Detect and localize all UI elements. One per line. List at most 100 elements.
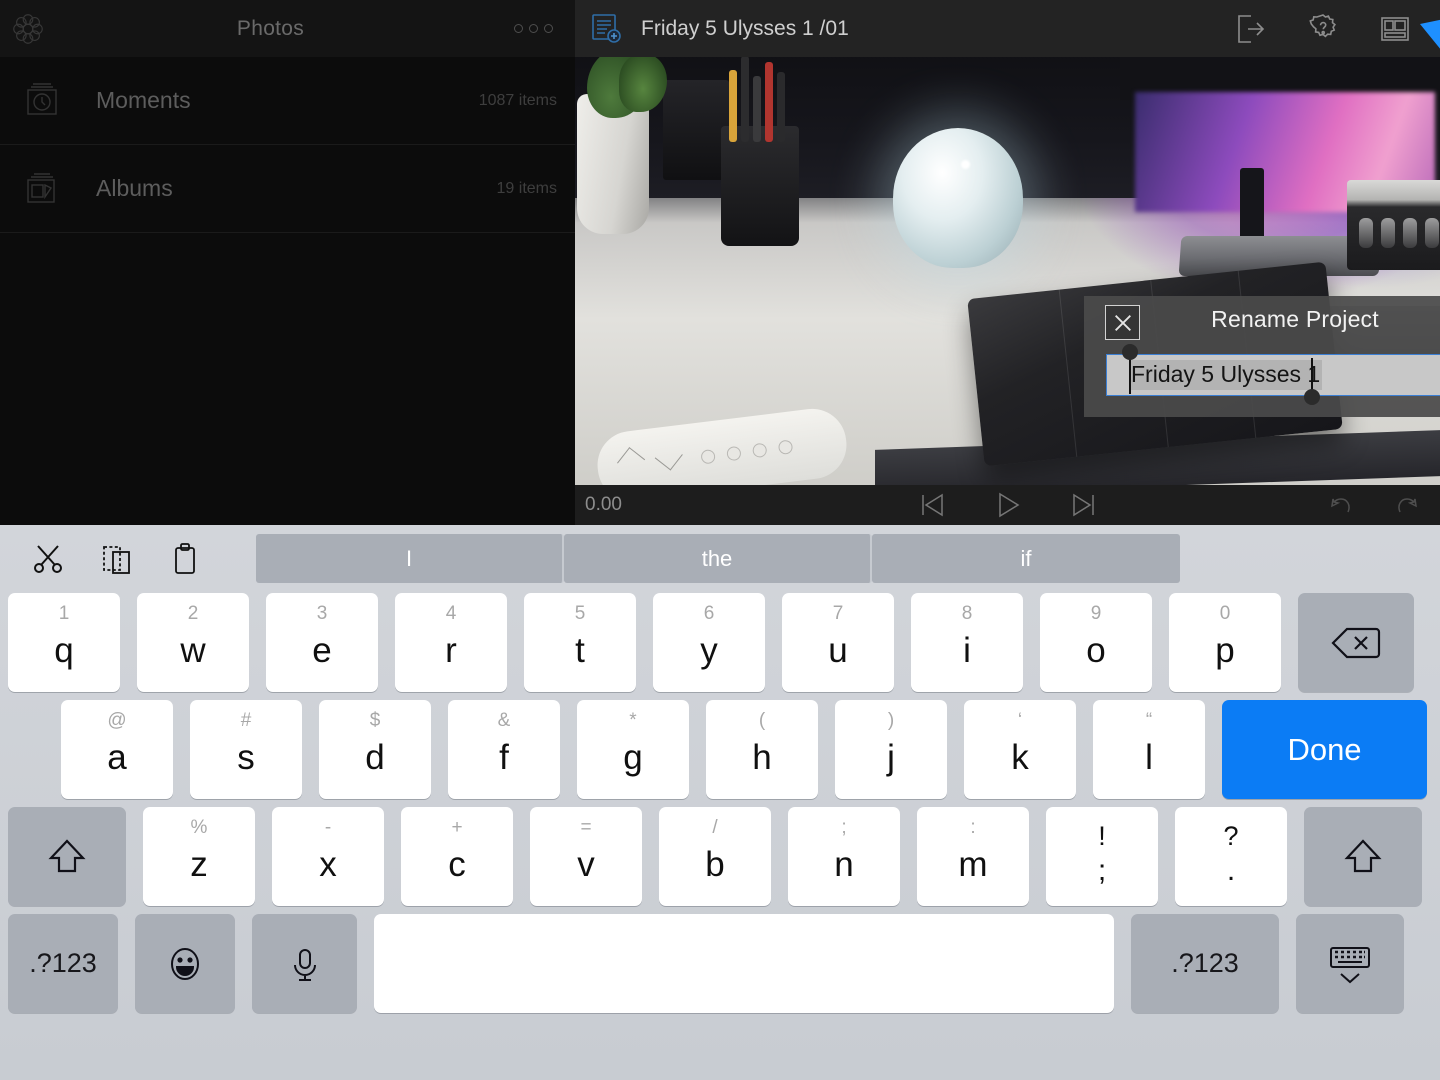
key-e[interactable]: 3 e: [266, 593, 378, 692]
skip-forward-icon[interactable]: [1069, 490, 1099, 520]
suggestion-chip[interactable]: if: [872, 534, 1180, 583]
key-a[interactable]: @ a: [61, 700, 173, 799]
sidebar-item-albums[interactable]: Albums 19 items: [0, 145, 575, 233]
video-preview-frame[interactable]: [575, 48, 1440, 485]
key-secondary: ): [887, 710, 895, 731]
key-secondary: 8: [961, 603, 973, 624]
key-secondary: 7: [832, 603, 844, 624]
shift-key-left[interactable]: [8, 807, 126, 906]
dialog-title: Rename Project: [1211, 306, 1379, 332]
key-label: q: [54, 630, 74, 670]
copy-icon[interactable]: [98, 540, 136, 578]
key-secondary: $: [369, 710, 381, 731]
key-c[interactable]: + c: [401, 807, 513, 906]
project-toolbar: Friday 5 Ulysses 1 /01: [575, 0, 1440, 57]
key-secondary: 9: [1090, 603, 1102, 624]
key-d[interactable]: $ d: [319, 700, 431, 799]
shift-arrow-icon: [45, 835, 89, 879]
key-secondary: (: [758, 710, 766, 731]
backspace-key[interactable]: [1298, 593, 1414, 692]
key-rows: 1 q 2 w 3 e 4 r 5 t 6 y 7 u 8 i 9 o 0 p …: [0, 593, 1440, 1013]
project-name-value: Friday 5 Ulysses 1: [1129, 360, 1323, 390]
help-gear-icon[interactable]: [1306, 12, 1340, 46]
key-z[interactable]: % z: [143, 807, 255, 906]
key-v[interactable]: = v: [530, 807, 642, 906]
key-label: x: [319, 844, 337, 884]
key-secondary: 2: [187, 603, 199, 624]
key-s[interactable]: # s: [190, 700, 302, 799]
key-j[interactable]: ) j: [835, 700, 947, 799]
key-label: k: [1011, 737, 1029, 777]
more-dots-icon[interactable]: [514, 24, 553, 33]
key-k[interactable]: ‘ k: [964, 700, 1076, 799]
selection-handle-end[interactable]: [1304, 389, 1320, 405]
key-l[interactable]: “ l: [1093, 700, 1205, 799]
paste-icon[interactable]: [166, 540, 204, 578]
play-icon[interactable]: [993, 490, 1023, 520]
backspace-delete-icon: [1330, 625, 1382, 661]
key-u[interactable]: 7 u: [782, 593, 894, 692]
undo-icon[interactable]: [1326, 490, 1356, 520]
key-w[interactable]: 2 w: [137, 593, 249, 692]
export-share-icon[interactable]: [1234, 12, 1268, 46]
key-label: r: [445, 630, 457, 670]
key-b[interactable]: / b: [659, 807, 771, 906]
screen-root: Photos Moments 1087 items Albums 19 item…: [0, 0, 1440, 1080]
dictation-key[interactable]: [252, 914, 357, 1013]
predictive-text-bar: I the if: [0, 525, 1440, 593]
key-secondary: ;: [841, 817, 847, 838]
space-key[interactable]: [374, 914, 1114, 1013]
redo-icon[interactable]: [1392, 490, 1422, 520]
key-y[interactable]: 6 y: [653, 593, 765, 692]
sidebar-item-moments[interactable]: Moments 1087 items: [0, 57, 575, 145]
dismiss-keyboard-key[interactable]: [1296, 914, 1404, 1013]
key-o[interactable]: 9 o: [1040, 593, 1152, 692]
project-toolbar-actions: [1234, 12, 1412, 46]
key-n[interactable]: ; n: [788, 807, 900, 906]
key-r[interactable]: 4 r: [395, 593, 507, 692]
photos-header: Photos: [0, 0, 575, 57]
key-p[interactable]: 0 p: [1169, 593, 1281, 692]
key-secondary: %: [190, 817, 208, 838]
key-q[interactable]: 1 q: [8, 593, 120, 692]
key-f[interactable]: & f: [448, 700, 560, 799]
key-semicolon[interactable]: ! ;: [1046, 807, 1158, 906]
project-name-input[interactable]: Friday 5 Ulysses 1: [1106, 344, 1440, 405]
key-secondary: !: [1098, 821, 1106, 851]
key-secondary: 3: [316, 603, 328, 624]
selection-handle-start[interactable]: [1122, 344, 1138, 360]
key-m[interactable]: : m: [917, 807, 1029, 906]
sidebar-item-count: 19 items: [496, 179, 557, 197]
key-label: b: [705, 844, 725, 884]
key-i[interactable]: 8 i: [911, 593, 1023, 692]
key-h[interactable]: ( h: [706, 700, 818, 799]
key-label: m: [958, 844, 988, 884]
key-label: t: [575, 630, 585, 670]
numeric-key-left[interactable]: .?123: [8, 914, 118, 1013]
key-label: o: [1086, 630, 1106, 670]
key-secondary: ?: [1223, 821, 1239, 851]
key-g[interactable]: * g: [577, 700, 689, 799]
key-period[interactable]: ? .: [1175, 807, 1287, 906]
sidebar-item-count: 1087 items: [478, 91, 557, 109]
suggestion-chip[interactable]: the: [564, 534, 872, 583]
done-key[interactable]: Done: [1222, 700, 1427, 799]
emoji-key[interactable]: [135, 914, 235, 1013]
emoji-smiley-icon: [163, 942, 207, 986]
key-secondary: ‘: [1017, 710, 1023, 731]
project-title: Friday 5 Ulysses 1 /01: [641, 16, 849, 40]
new-project-document-icon[interactable]: [589, 12, 623, 46]
selection-caret-start: [1129, 358, 1131, 394]
key-t[interactable]: 5 t: [524, 593, 636, 692]
cut-scissors-icon[interactable]: [30, 540, 68, 578]
key-label: z: [190, 844, 208, 884]
key-label: .: [1226, 853, 1236, 887]
microphone-icon: [283, 942, 327, 986]
layout-panels-icon[interactable]: [1378, 12, 1412, 46]
shift-key-right[interactable]: [1304, 807, 1422, 906]
key-secondary: 4: [445, 603, 457, 624]
skip-back-icon[interactable]: [917, 490, 947, 520]
suggestion-chip[interactable]: I: [256, 534, 564, 583]
key-x[interactable]: - x: [272, 807, 384, 906]
numeric-key-right[interactable]: .?123: [1131, 914, 1279, 1013]
